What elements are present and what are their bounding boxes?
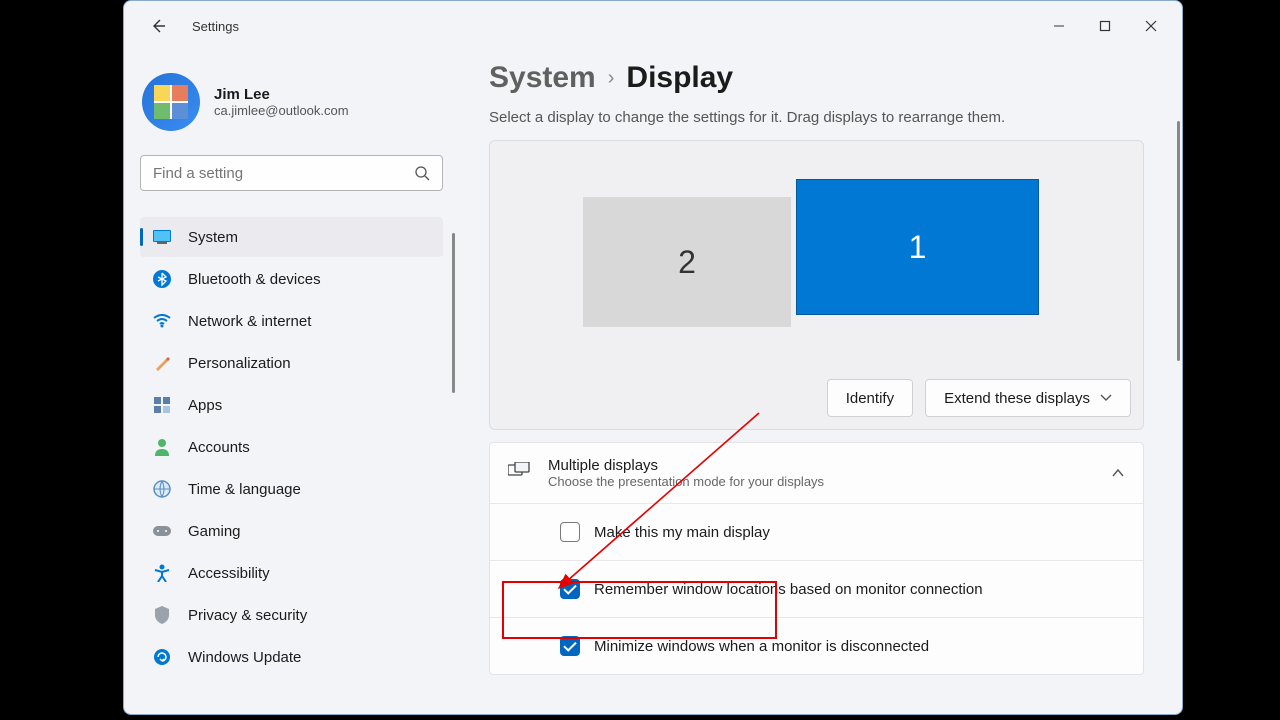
sidebar-item-system[interactable]: System	[140, 217, 443, 257]
update-icon	[152, 647, 172, 667]
user-name: Jim Lee	[214, 86, 349, 103]
sidebar-item-update[interactable]: Windows Update	[140, 637, 443, 677]
nav-label: System	[188, 229, 238, 246]
sidebar-item-gaming[interactable]: Gaming	[140, 511, 443, 551]
checkbox-main-display[interactable]	[560, 522, 580, 542]
section-title: Multiple displays	[548, 457, 1093, 474]
option-remember-windows[interactable]: Remember window locations based on monit…	[490, 560, 1143, 617]
checkbox-minimize-disconnect[interactable]	[560, 636, 580, 656]
option-label: Minimize windows when a monitor is disco…	[594, 638, 929, 655]
chevron-down-icon	[1100, 394, 1112, 402]
display-actions: Identify Extend these displays	[490, 367, 1143, 429]
extend-displays-dropdown[interactable]: Extend these displays	[925, 379, 1131, 417]
gaming-icon	[152, 521, 172, 541]
nav-label: Gaming	[188, 523, 241, 540]
apps-icon	[152, 395, 172, 415]
nav-label: Privacy & security	[188, 607, 307, 624]
sidebar-item-network[interactable]: Network & internet	[140, 301, 443, 341]
search-icon	[414, 165, 430, 181]
maximize-icon	[1099, 20, 1111, 32]
avatar	[142, 73, 200, 131]
window-controls	[1036, 10, 1174, 42]
titlebar: Settings	[124, 1, 1182, 51]
section-title-group: Multiple displays Choose the presentatio…	[548, 457, 1093, 489]
sidebar-item-apps[interactable]: Apps	[140, 385, 443, 425]
account-icon	[152, 437, 172, 457]
option-label: Remember window locations based on monit…	[594, 581, 983, 598]
nav-label: Apps	[188, 397, 222, 414]
breadcrumb-parent[interactable]: System	[489, 61, 596, 95]
sidebar-scrollbar[interactable]	[452, 233, 455, 393]
sidebar-item-privacy[interactable]: Privacy & security	[140, 595, 443, 635]
maximize-button[interactable]	[1082, 10, 1128, 42]
nav-list: System Bluetooth & devices Network & int…	[140, 217, 443, 677]
multiple-displays-header[interactable]: Multiple displays Choose the presentatio…	[490, 443, 1143, 503]
paintbrush-icon	[152, 353, 172, 373]
main-scrollbar[interactable]	[1177, 121, 1180, 361]
sidebar-item-accounts[interactable]: Accounts	[140, 427, 443, 467]
sidebar-item-time[interactable]: Time & language	[140, 469, 443, 509]
displays-icon	[508, 462, 530, 484]
bluetooth-icon	[152, 269, 172, 289]
user-section[interactable]: Jim Lee ca.jimlee@outlook.com	[140, 63, 443, 141]
globe-clock-icon	[152, 479, 172, 499]
monitor-1[interactable]: 1	[796, 179, 1039, 315]
nav-label: Windows Update	[188, 649, 301, 666]
search-input[interactable]	[153, 165, 414, 182]
user-email: ca.jimlee@outlook.com	[214, 103, 349, 118]
minimize-button[interactable]	[1036, 10, 1082, 42]
extend-label: Extend these displays	[944, 390, 1090, 407]
option-label: Make this my main display	[594, 524, 770, 541]
minimize-icon	[1053, 20, 1065, 32]
page-subtitle: Select a display to change the settings …	[489, 109, 1144, 126]
search-box[interactable]	[140, 155, 443, 191]
close-icon	[1145, 20, 1157, 32]
sidebar-item-bluetooth[interactable]: Bluetooth & devices	[140, 259, 443, 299]
identify-button[interactable]: Identify	[827, 379, 913, 417]
system-icon	[152, 227, 172, 247]
multiple-displays-section: Multiple displays Choose the presentatio…	[489, 442, 1144, 675]
app-title: Settings	[192, 19, 239, 34]
nav-label: Time & language	[188, 481, 301, 498]
wifi-icon	[152, 311, 172, 331]
user-info: Jim Lee ca.jimlee@outlook.com	[214, 86, 349, 118]
sidebar-item-personalization[interactable]: Personalization	[140, 343, 443, 383]
chevron-right-icon: ›	[608, 67, 615, 90]
display-arrangement-panel: 2 1 Identify Extend these displays	[489, 140, 1144, 430]
sidebar: Jim Lee ca.jimlee@outlook.com System	[124, 51, 459, 714]
nav-label: Bluetooth & devices	[188, 271, 321, 288]
section-desc: Choose the presentation mode for your di…	[548, 474, 1093, 489]
main-panel: System › Display Select a display to cha…	[459, 51, 1182, 714]
chevron-up-icon	[1111, 466, 1125, 480]
back-button[interactable]	[144, 12, 172, 40]
identify-label: Identify	[846, 390, 894, 407]
close-button[interactable]	[1128, 10, 1174, 42]
breadcrumb-current: Display	[626, 61, 733, 95]
accessibility-icon	[152, 563, 172, 583]
display-canvas[interactable]: 2 1	[490, 141, 1143, 367]
checkbox-remember-windows[interactable]	[560, 579, 580, 599]
option-main-display[interactable]: Make this my main display	[490, 503, 1143, 560]
nav-label: Personalization	[188, 355, 291, 372]
arrow-left-icon	[150, 18, 166, 34]
sidebar-item-accessibility[interactable]: Accessibility	[140, 553, 443, 593]
monitor-2[interactable]: 2	[583, 197, 791, 327]
nav-label: Network & internet	[188, 313, 311, 330]
breadcrumb: System › Display	[489, 61, 1144, 95]
shield-icon	[152, 605, 172, 625]
settings-window: Settings	[123, 0, 1183, 715]
nav-label: Accounts	[188, 439, 250, 456]
option-minimize-disconnect[interactable]: Minimize windows when a monitor is disco…	[490, 617, 1143, 674]
content-area: Jim Lee ca.jimlee@outlook.com System	[124, 51, 1182, 714]
nav-label: Accessibility	[188, 565, 270, 582]
